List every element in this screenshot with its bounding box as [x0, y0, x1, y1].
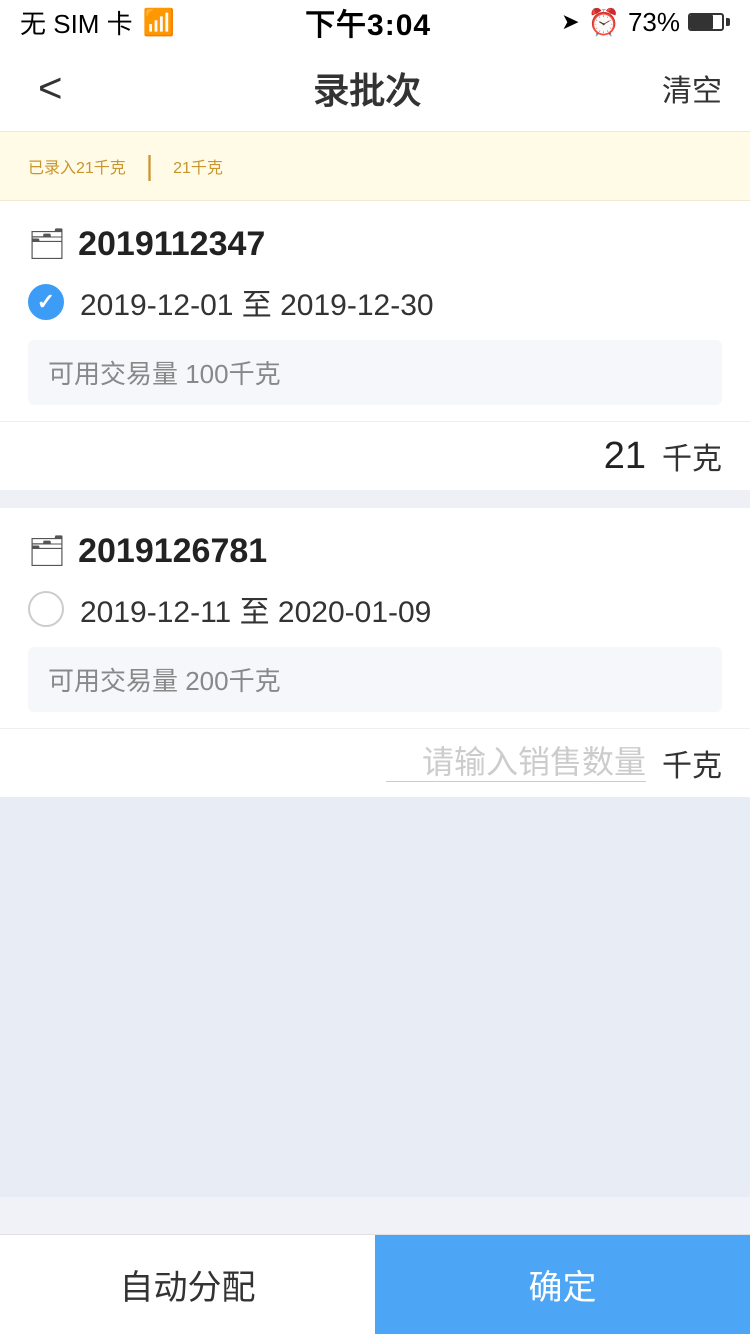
clear-button[interactable]: 清空 — [662, 66, 722, 110]
batch-date-row-2[interactable]: 2019-12-11 至 2020-01-09 — [0, 579, 750, 643]
location-icon: ➤ — [561, 9, 579, 35]
batch-id-2: 2019126781 — [78, 532, 267, 571]
radio-1[interactable]: ✓ — [28, 284, 64, 320]
battery-icon — [688, 13, 730, 31]
status-time: 下午3:04 — [305, 0, 431, 44]
available-label-1: 可用交易量 100千克 — [48, 359, 281, 389]
summary-label: 已录入21千克 — [28, 154, 126, 178]
auto-distribute-button[interactable]: 自动分配 — [0, 1235, 375, 1334]
available-qty-2: 可用交易量 200千克 — [28, 647, 722, 712]
batch-card-1: 🗂 2019112347 ✓ 2019-12-01 至 2019-12-30 可… — [0, 201, 750, 490]
alarm-icon: ⏰ — [588, 7, 620, 38]
batch-id-1: 2019112347 — [78, 225, 265, 264]
bottom-spacer — [0, 797, 750, 1197]
content-area: 已录入21千克 | 21千克 🗂 2019112347 ✓ 2019-12-01… — [0, 132, 750, 1297]
bottom-buttons: 自动分配 确定 — [0, 1234, 750, 1334]
qty-row-1: 21 千克 — [0, 421, 750, 490]
wifi-icon: 📶 — [143, 7, 175, 38]
summary-divider: | — [146, 150, 153, 182]
page-title: 录批次 — [313, 62, 421, 114]
available-label-2: 可用交易量 200千克 — [48, 666, 281, 696]
battery-text: 73% — [628, 7, 680, 38]
qty-input-2[interactable] — [386, 744, 646, 782]
doc-icon-2: 🗂 — [28, 534, 66, 569]
check-icon-1: ✓ — [37, 289, 55, 315]
qty-input-row-2[interactable]: 千克 — [0, 728, 750, 797]
summary-value: 21千克 — [173, 154, 223, 178]
summary-bar: 已录入21千克 | 21千克 — [0, 132, 750, 201]
qty-unit-2: 千克 — [662, 741, 722, 785]
back-button[interactable]: < — [28, 54, 73, 122]
batch-card-2: 🗂 2019126781 2019-12-11 至 2020-01-09 可用交… — [0, 508, 750, 797]
status-bar: 无 SIM 卡 📶 下午3:04 ➤ ⏰ 73% — [0, 0, 750, 44]
doc-icon-1: 🗂 — [28, 227, 66, 262]
qty-value-1: 21 — [604, 435, 646, 478]
status-right: ➤ ⏰ 73% — [561, 7, 730, 38]
card-separator-1 — [0, 490, 750, 508]
nav-bar: < 录批次 清空 — [0, 44, 750, 132]
qty-unit-1: 千克 — [662, 434, 722, 478]
batch-header-2: 🗂 2019126781 — [0, 508, 750, 579]
radio-2[interactable] — [28, 591, 64, 627]
batch-header-1: 🗂 2019112347 — [0, 201, 750, 272]
batch-date-2: 2019-12-11 至 2020-01-09 — [80, 587, 431, 631]
batch-date-row-1[interactable]: ✓ 2019-12-01 至 2019-12-30 — [0, 272, 750, 336]
confirm-button[interactable]: 确定 — [375, 1235, 750, 1334]
status-left: 无 SIM 卡 📶 — [20, 4, 175, 41]
carrier-text: 无 SIM 卡 — [20, 4, 133, 41]
available-qty-1: 可用交易量 100千克 — [28, 340, 722, 405]
batch-date-1: 2019-12-01 至 2019-12-30 — [80, 280, 434, 324]
